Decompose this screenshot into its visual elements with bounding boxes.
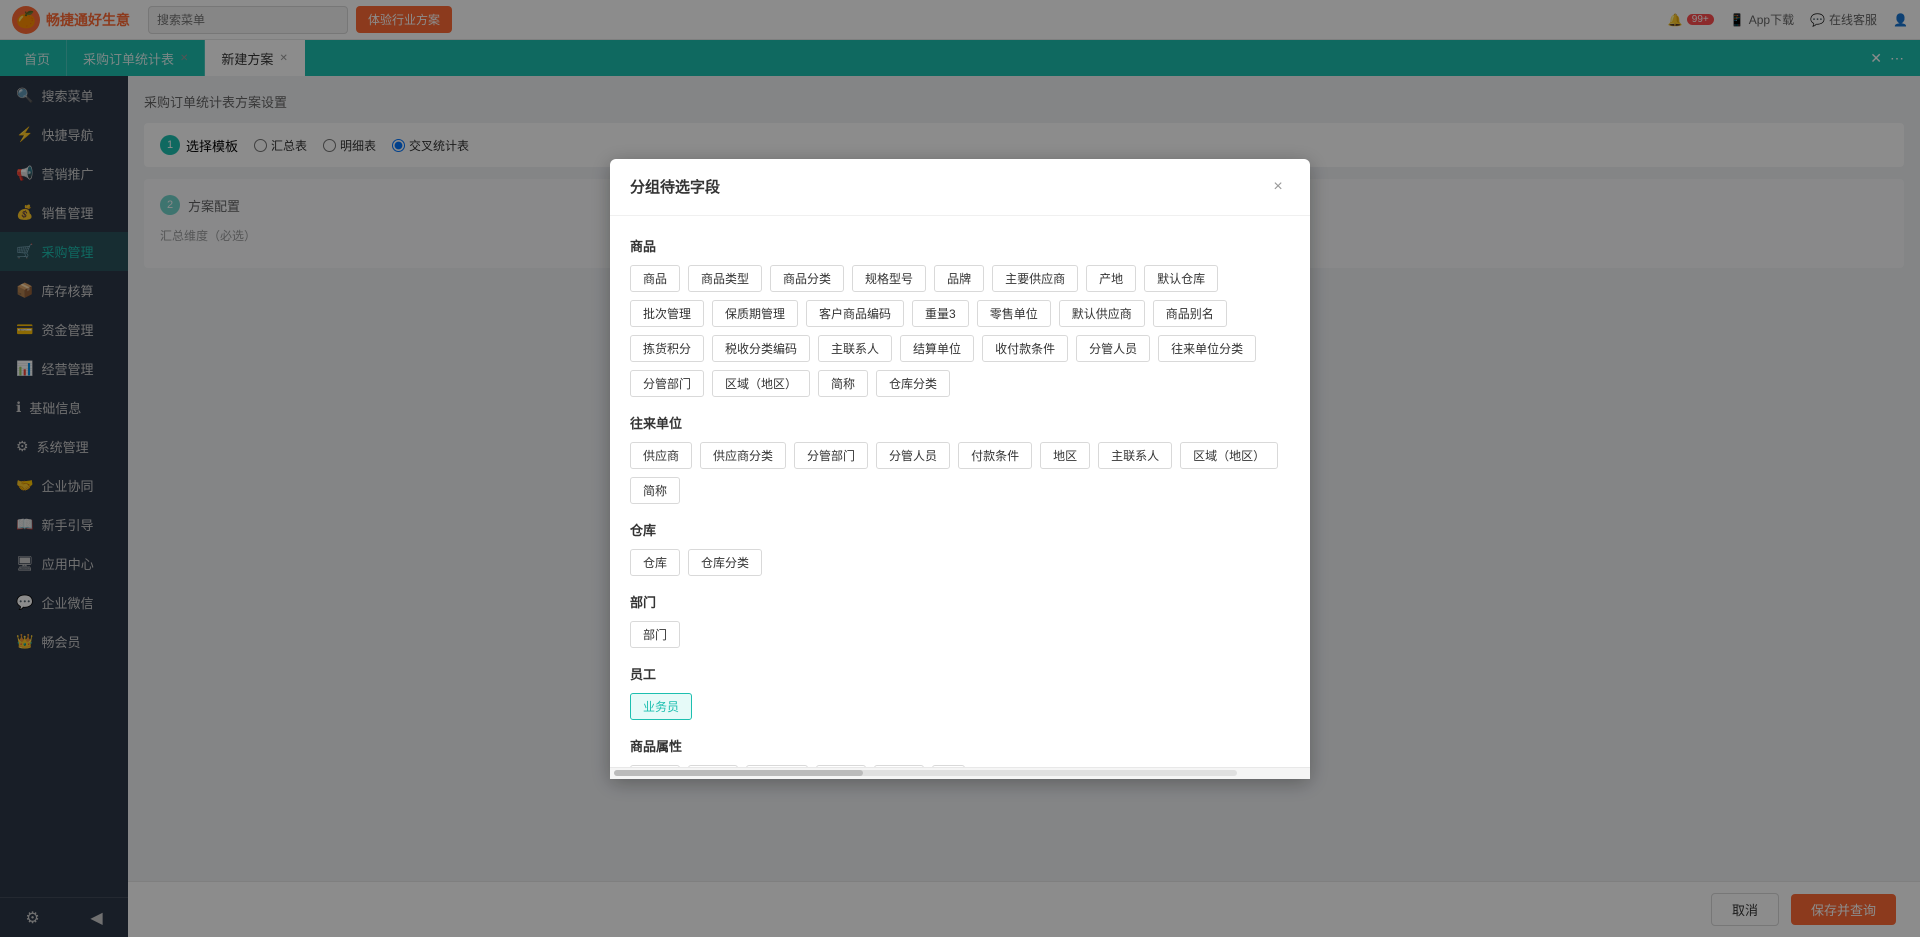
tag-group-warehouse: 仓库 仓库分类 [630,549,1290,576]
tag-region[interactable]: 区域（地区） [712,370,810,397]
tag-person-mgmt[interactable]: 分管人员 [876,442,950,469]
section-title-attr: 商品属性 [630,736,1290,755]
modal-title: 分组待选字段 [630,176,720,197]
tag-group-goods: 商品 商品类型 商品分类 规格型号 品牌 主要供应商 产地 默认仓库 批次管理 … [630,265,1290,397]
tag-brand[interactable]: 品牌 [934,265,984,292]
tag-goods-cat[interactable]: 商品分类 [770,265,844,292]
tag-goods[interactable]: 商品 [630,265,680,292]
tag-tax-code[interactable]: 税收分类编码 [712,335,810,362]
tag-group-dept: 部门 [630,621,1290,648]
tag-wh-cat[interactable]: 仓库分类 [688,549,762,576]
tag-area[interactable]: 地区 [1040,442,1090,469]
tag-supplier-cat[interactable]: 供应商分类 [700,442,786,469]
tag-supplier[interactable]: 供应商 [630,442,692,469]
modal-header: 分组待选字段 × [610,159,1310,216]
tag-cust-code[interactable]: 客户商品编码 [806,300,904,327]
tag-batch-mgmt[interactable]: 批次管理 [630,300,704,327]
section-title-dept: 部门 [630,592,1290,611]
tag-dept[interactable]: 部门 [630,621,680,648]
tag-spec-type[interactable]: 规格型号 [852,265,926,292]
tag-resp-dept[interactable]: 分管部门 [630,370,704,397]
modal-overlay: 分组待选字段 × 商品 商品 商品类型 商品分类 规格型号 品牌 主要供应商 产… [0,0,1920,937]
tag-group-staff: 业务员 [630,693,1290,720]
tag-region2[interactable]: 区域（地区） [1180,442,1278,469]
tag-resp-person[interactable]: 分管人员 [1076,335,1150,362]
tag-main-contact[interactable]: 主联系人 [818,335,892,362]
tag-salesman[interactable]: 业务员 [630,693,692,720]
tag-dept-mgmt[interactable]: 分管部门 [794,442,868,469]
section-title-warehouse: 仓库 [630,520,1290,539]
modal-close-btn[interactable]: × [1266,175,1290,199]
tag-default-warehouse[interactable]: 默认仓库 [1144,265,1218,292]
tag-origin[interactable]: 产地 [1086,265,1136,292]
section-title-partner: 往来单位 [630,413,1290,432]
section-title-staff: 员工 [630,664,1290,683]
tag-partner-cat[interactable]: 往来单位分类 [1158,335,1256,362]
tag-contact[interactable]: 主联系人 [1098,442,1172,469]
modal: 分组待选字段 × 商品 商品 商品类型 商品分类 规格型号 品牌 主要供应商 产… [610,159,1310,779]
tag-weight[interactable]: 重量3 [912,300,969,327]
tag-main-supplier[interactable]: 主要供应商 [992,265,1078,292]
tag-wh[interactable]: 仓库 [630,549,680,576]
tag-goods-alias[interactable]: 商品别名 [1153,300,1227,327]
modal-body: 商品 商品 商品类型 商品分类 规格型号 品牌 主要供应商 产地 默认仓库 批次… [610,216,1310,767]
tag-retail-unit[interactable]: 零售单位 [977,300,1051,327]
tag-default-supplier[interactable]: 默认供应商 [1059,300,1145,327]
tag-shelf-life[interactable]: 保质期管理 [712,300,798,327]
tag-warehouse-cat[interactable]: 仓库分类 [876,370,950,397]
tag-goods-type[interactable]: 商品类型 [688,265,762,292]
tag-payment-cond[interactable]: 付款条件 [958,442,1032,469]
tag-settle-unit[interactable]: 结算单位 [900,335,974,362]
tag-group-partner: 供应商 供应商分类 分管部门 分管人员 付款条件 地区 主联系人 区域（地区） … [630,442,1290,504]
tag-payment-terms[interactable]: 收付款条件 [982,335,1068,362]
tag-abbr2[interactable]: 简称 [630,477,680,504]
tag-pick-points[interactable]: 拣货积分 [630,335,704,362]
section-title-goods: 商品 [630,236,1290,255]
tag-abbr[interactable]: 简称 [818,370,868,397]
